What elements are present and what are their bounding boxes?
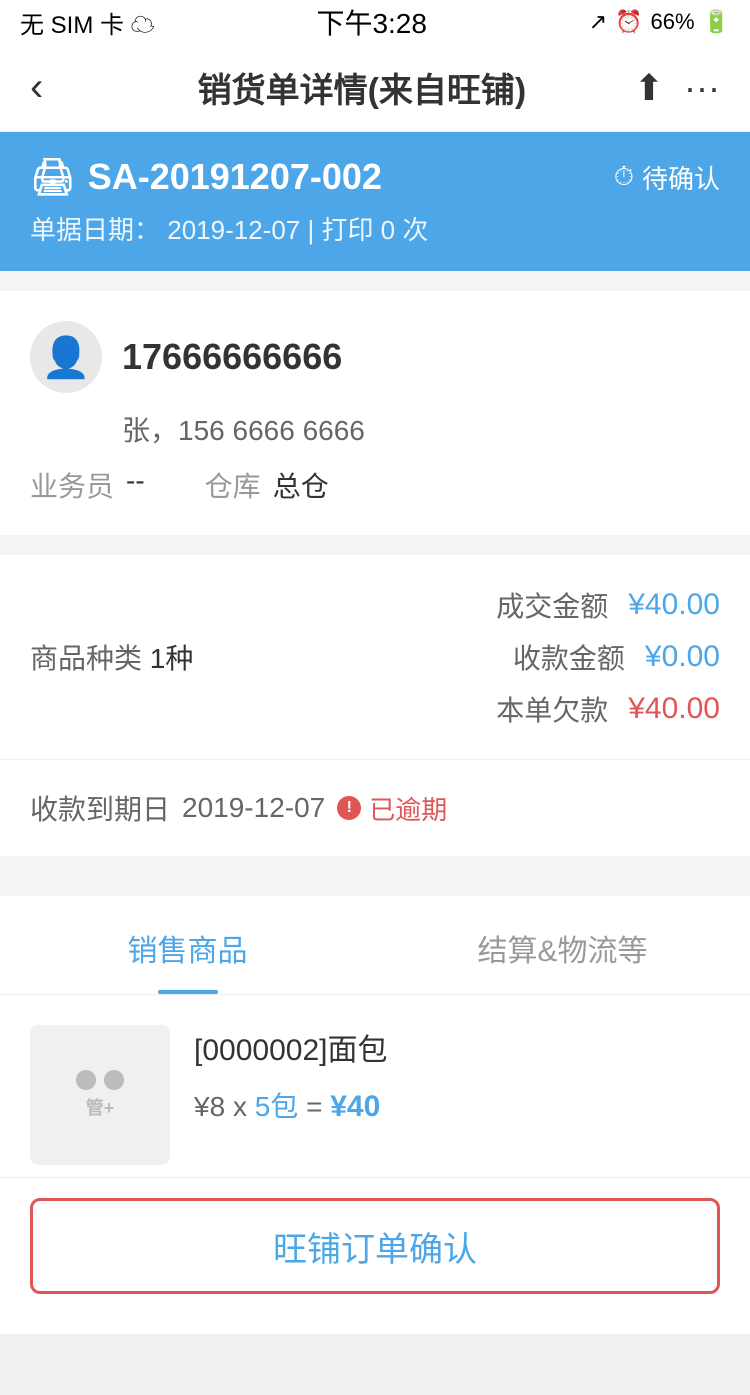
avatar: 👤 <box>30 321 102 393</box>
status-bar: 无 SIM 卡 ☁ 下午3:28 ↗ ⏰ 66% 🔋 <box>0 0 750 44</box>
nav-actions: ⬆ ··· <box>634 67 720 109</box>
tabs-section: 销售商品 结算&物流等 管+ [0000002]面包 ¥8 x <box>0 896 750 1195</box>
price-unit: ¥8 <box>194 1091 225 1122</box>
clock-icon: ⏱ <box>614 161 634 193</box>
overdue-badge: ! 已逾期 <box>337 790 447 827</box>
confirm-btn-wrapper: 旺铺订单确认 <box>0 1177 750 1334</box>
owed-value: ¥40.00 <box>628 692 720 726</box>
due-date-section: 收款到期日 2019-12-07 ! 已逾期 <box>0 759 750 856</box>
tab-products-label: 销售商品 <box>128 935 248 968</box>
status-time: 下午3:28 <box>316 2 427 42</box>
equals-sign: = <box>306 1091 330 1122</box>
print-info: | 打印 0 次 <box>307 215 428 245</box>
received-value: ¥0.00 <box>645 640 720 674</box>
amounts-block: 成交金额 ¥40.00 收款金额 ¥0.00 本单欠款 ¥40.00 <box>496 585 720 729</box>
order-date-row: 单据日期： 2019-12-07 | 打印 0 次 <box>30 210 720 247</box>
status-right: ↗ ⏰ 66% 🔋 <box>589 9 730 35</box>
product-kinds-label: 商品种类 <box>30 643 142 674</box>
order-date-value: 2019-12-07 <box>167 215 300 245</box>
due-date-label: 收款到期日 <box>30 788 170 828</box>
tab-products[interactable]: 销售商品 <box>0 896 375 994</box>
owl-eye-right <box>104 1070 124 1090</box>
confirm-button[interactable]: 旺铺订单确认 <box>30 1198 720 1294</box>
divider-2 <box>0 856 750 876</box>
order-id: 🖨 SA-20191207-002 <box>30 156 382 198</box>
overdue-icon: ! <box>337 796 361 820</box>
due-date-value: 2019-12-07 <box>182 792 325 824</box>
transaction-value: ¥40.00 <box>628 588 720 622</box>
status-left: 无 SIM 卡 ☁ <box>20 5 155 40</box>
product-item: 管+ [0000002]面包 ¥8 x 5包 = ¥40 <box>30 1025 720 1165</box>
nav-bar: ‹ 销货单详情(来自旺铺) ⬆ ··· <box>0 44 750 132</box>
amount-row: 商品种类 1种 成交金额 ¥40.00 收款金额 ¥0.00 本单欠款 ¥40.… <box>30 585 720 729</box>
user-icon: 👤 <box>41 334 91 381</box>
order-icon: 🖨 <box>30 156 76 198</box>
owl-eye-left <box>76 1070 96 1090</box>
salesperson-label: 业务员 <box>30 465 114 505</box>
product-price-row: ¥8 x 5包 = ¥40 <box>194 1085 720 1125</box>
salesperson-value: -- <box>126 465 145 505</box>
product-kinds-value: 1种 <box>150 643 194 674</box>
amount-section: 商品种类 1种 成交金额 ¥40.00 收款金额 ¥0.00 本单欠款 ¥40.… <box>0 555 750 759</box>
tabs-row: 销售商品 结算&物流等 <box>0 896 750 995</box>
customer-phone: 17666666666 <box>122 336 342 378</box>
product-name: [0000002]面包 <box>194 1025 720 1069</box>
product-info: [0000002]面包 ¥8 x 5包 = ¥40 <box>194 1025 720 1125</box>
customer-phone-row: 👤 17666666666 <box>30 321 720 393</box>
order-status-text: 待确认 <box>642 159 720 196</box>
product-image: 管+ <box>30 1025 170 1165</box>
order-status: ⏱ 待确认 <box>614 159 720 196</box>
product-total: ¥40 <box>330 1090 380 1123</box>
product-list: 管+ [0000002]面包 ¥8 x 5包 = ¥40 <box>0 995 750 1195</box>
customer-meta: 业务员 -- 仓库 总仓 <box>30 465 720 505</box>
overdue-text: 已逾期 <box>369 790 447 827</box>
warehouse-value: 总仓 <box>273 465 329 505</box>
page-title: 销货单详情(来自旺铺) <box>198 63 527 112</box>
quantity: 5包 <box>255 1091 299 1122</box>
transaction-label: 成交金额 <box>496 585 608 625</box>
battery-text: 66% <box>651 9 695 35</box>
transaction-row: 成交金额 ¥40.00 <box>496 585 720 625</box>
received-label: 收款金额 <box>513 637 625 677</box>
owl-text: 管+ <box>86 1094 115 1120</box>
warehouse-label: 仓库 <box>205 465 261 505</box>
confirm-button-label: 旺铺订单确认 <box>273 1222 477 1271</box>
customer-section: 👤 17666666666 张，156 6666 6666 业务员 -- 仓库 … <box>0 291 750 535</box>
battery-icon: 🔋 <box>703 9 730 35</box>
share-icon[interactable]: ⬆ <box>634 67 664 109</box>
order-header: 🖨 SA-20191207-002 ⏱ 待确认 单据日期： 2019-12-07… <box>0 132 750 271</box>
tab-settlement-label: 结算&物流等 <box>477 935 647 968</box>
received-row: 收款金额 ¥0.00 <box>513 637 720 677</box>
multiply-sign: x <box>233 1091 255 1122</box>
location-icon: ↗ <box>589 9 607 35</box>
product-logo: 管+ <box>76 1070 124 1120</box>
owed-label: 本单欠款 <box>496 689 608 729</box>
date-label: 单据日期： <box>30 215 160 245</box>
order-id-row: 🖨 SA-20191207-002 ⏱ 待确认 <box>30 156 720 198</box>
alarm-icon: ⏰ <box>615 9 642 35</box>
no-sim-text: 无 SIM 卡 ☁ <box>20 5 155 40</box>
owed-row: 本单欠款 ¥40.00 <box>496 689 720 729</box>
divider-1 <box>0 535 750 555</box>
salesperson-field: 业务员 -- <box>30 465 145 505</box>
customer-name: 张，156 6666 6666 <box>30 409 720 449</box>
owl-eyes <box>76 1070 124 1090</box>
order-id-text: SA-20191207-002 <box>88 156 382 198</box>
product-kinds-block: 商品种类 1种 <box>30 637 193 677</box>
warehouse-field: 仓库 总仓 <box>205 465 329 505</box>
back-button[interactable]: ‹ <box>30 65 90 110</box>
more-icon[interactable]: ··· <box>684 67 720 109</box>
tab-settlement[interactable]: 结算&物流等 <box>375 896 750 994</box>
